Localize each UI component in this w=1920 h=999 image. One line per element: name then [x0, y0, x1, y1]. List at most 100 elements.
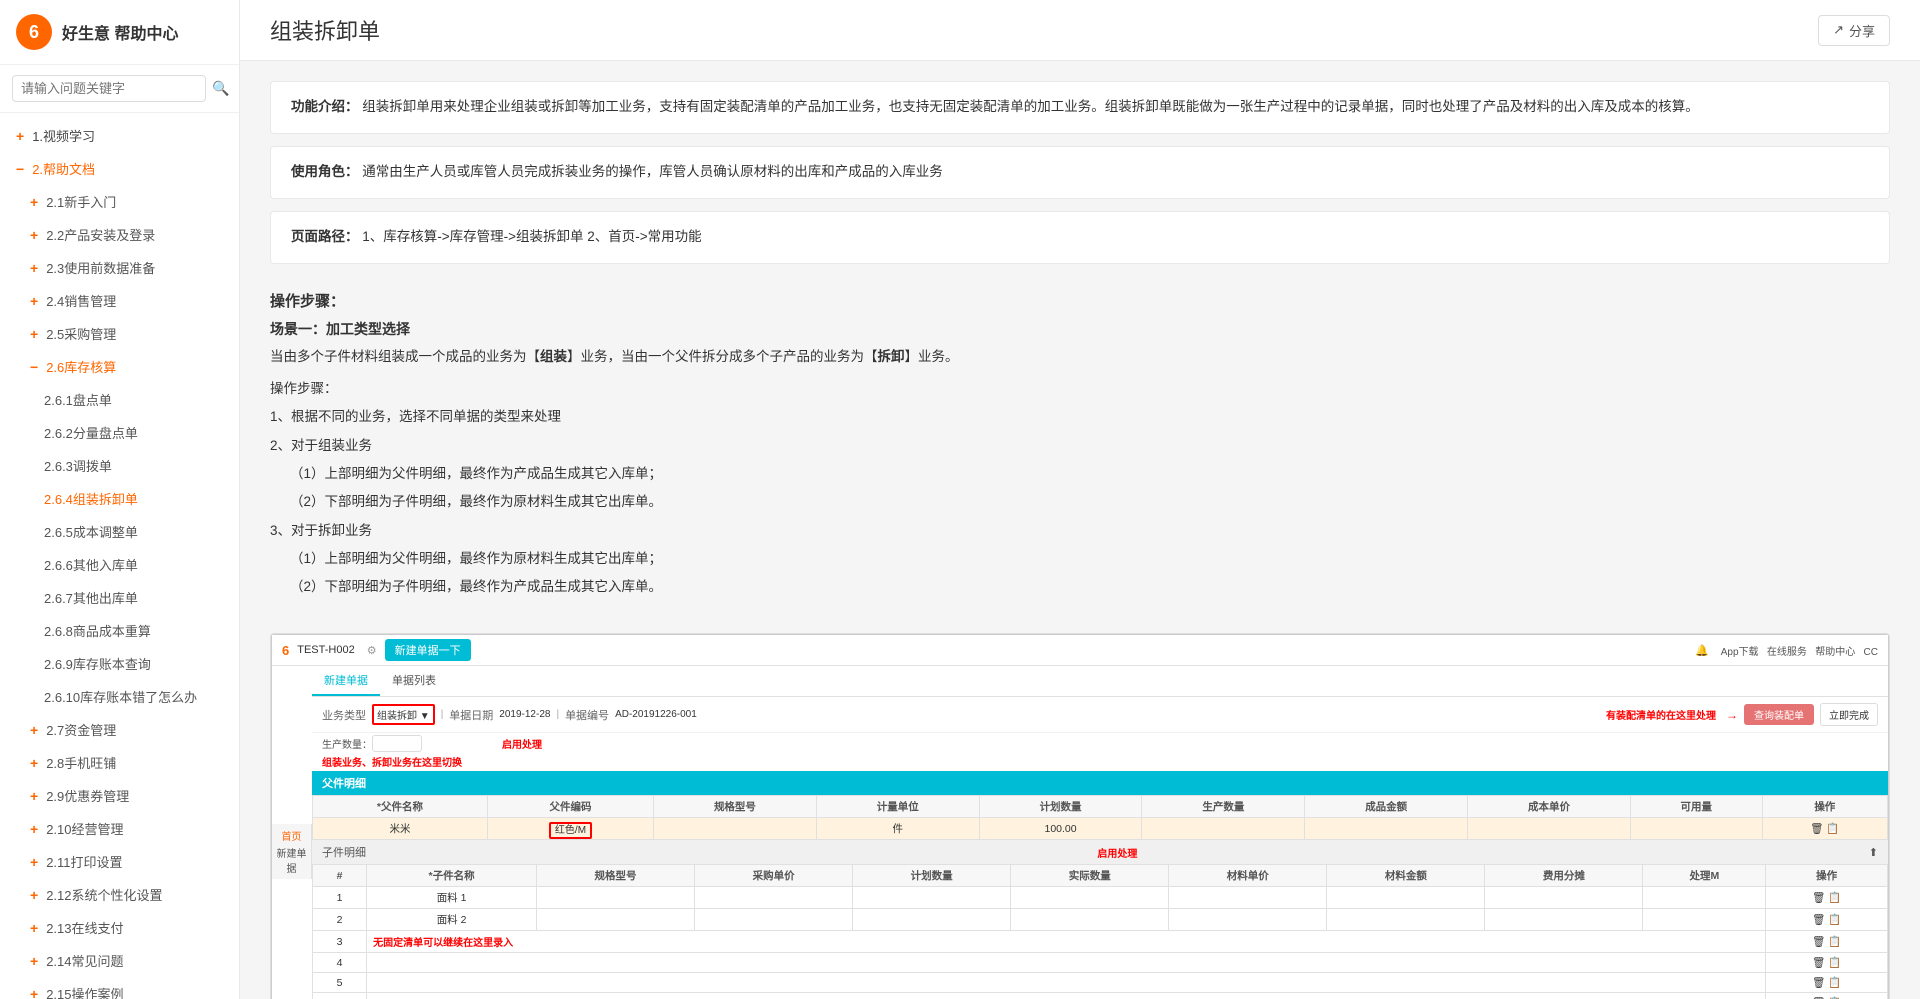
sim-lower-table: # *子件名称 规格型号 采购单价 计划数量 实际数量 材料单价 材料金额 费用… — [312, 864, 1888, 999]
sidebar-item-coupon[interactable]: + 2.9优惠券管理 — [0, 779, 239, 812]
plus-icon: + — [30, 887, 38, 903]
sidebar-item-label: 1.视频学习 — [32, 126, 95, 145]
sidebar-item-label: 2.12系统个性化设置 — [46, 885, 162, 904]
sim-cell: 3 — [313, 931, 367, 953]
sim-settings-icon: ⚙ — [367, 644, 377, 657]
sim-tab-new[interactable]: 新建单据 — [312, 666, 380, 696]
main-content: 组装拆卸单 ↗ 分享 功能介绍： 组装拆卸单用来处理企业组装或拆卸等加工业务，支… — [240, 0, 1920, 999]
sidebar-item-finance[interactable]: + 2.7资金管理 — [0, 713, 239, 746]
sim-cell — [853, 909, 1011, 931]
plus-icon: + — [16, 128, 24, 144]
sim-cell — [367, 953, 1766, 973]
search-button[interactable]: 🔍 — [212, 80, 229, 97]
sidebar-item-label: 2.6.1盘点单 — [44, 390, 112, 409]
sim-cell: 件 — [816, 818, 979, 840]
table-row: 1 面料 1 🗑 📋 — [313, 887, 1888, 909]
plus-icon: + — [30, 854, 38, 870]
sidebar-item-stock-query[interactable]: 2.6.9库存账本查询 — [0, 647, 239, 680]
logo-icon: 6 — [16, 14, 52, 50]
path-label: 页面路径： — [291, 229, 359, 244]
sidebar-item-purchase[interactable]: + 2.5采购管理 — [0, 317, 239, 350]
sidebar-item-install[interactable]: + 2.2产品安装及登录 — [0, 218, 239, 251]
sidebar-item-newbie[interactable]: + 2.1新手入门 — [0, 185, 239, 218]
sidebar-item-sales[interactable]: + 2.4销售管理 — [0, 284, 239, 317]
step3-2: （2）下部明细为子件明细，最终作为产成品生成其它入库单。 — [270, 575, 1890, 599]
sim-cell: 🗑 📋 — [1766, 909, 1888, 931]
sim-lcol-1: *子件名称 — [367, 865, 537, 887]
sidebar-item-label: 2.3使用前数据准备 — [46, 258, 155, 277]
sidebar-item-online-pay[interactable]: + 2.13在线支付 — [0, 911, 239, 944]
main-header: 组装拆卸单 ↗ 分享 — [240, 0, 1920, 61]
sidebar-item-partial[interactable]: 2.6.2分量盘点单 — [0, 416, 239, 449]
sim-new-btn[interactable]: 新建单据一下 — [385, 639, 471, 661]
sidebar-item-personalize[interactable]: + 2.12系统个性化设置 — [0, 878, 239, 911]
sim-topbar-menu: App下载 在线服务 帮助中心 CC — [1721, 643, 1878, 658]
table-row: 3 无固定清单可以继续在这里录入 🗑 📋 — [313, 931, 1888, 953]
plus-icon: + — [30, 755, 38, 771]
step3-1: （1）上部明细为父件明细，最终作为原材料生成其它出库单； — [270, 547, 1890, 571]
sidebar-item-mobile[interactable]: + 2.8手机旺铺 — [0, 746, 239, 779]
sidebar-item-assembly[interactable]: 2.6.4组装拆卸单 — [0, 482, 239, 515]
sidebar-item-data-prep[interactable]: + 2.3使用前数据准备 — [0, 251, 239, 284]
sim-col-6: 生产数量 — [1142, 796, 1305, 818]
sidebar-item-label: 2.1新手入门 — [46, 192, 116, 211]
sidebar-item-video[interactable]: + 1.视频学习 — [0, 119, 239, 152]
sim-col-9: 可用量 — [1630, 796, 1762, 818]
sim-expand-icon: ⬆ — [1869, 846, 1878, 859]
sidebar-item-adjust[interactable]: 2.6.3调拨单 — [0, 449, 239, 482]
sidebar-item-label: 2.6.2分量盘点单 — [44, 423, 138, 442]
sim-arrow1: → — [1726, 708, 1738, 722]
sim-order-value: AD-20191226-001 — [615, 709, 697, 720]
sidebar-item-cost-calc[interactable]: 2.6.8商品成本重算 — [0, 614, 239, 647]
sidebar-item-print[interactable]: + 2.11打印设置 — [0, 845, 239, 878]
sim-annotation2: 启用处理 — [502, 736, 542, 751]
share-label: 分享 — [1849, 21, 1875, 40]
sim-quantity-input[interactable] — [372, 735, 422, 752]
sidebar-item-ops[interactable]: + 2.10经营管理 — [0, 812, 239, 845]
sim-annotation2-row: 生产数量： 启用处理 — [312, 733, 1888, 754]
sidebar-item-cost-adjust[interactable]: 2.6.5成本调整单 — [0, 515, 239, 548]
sim-lcol-10: 操作 — [1766, 865, 1888, 887]
brand-name: 好生意 帮助中心 — [62, 20, 178, 44]
sim-cell — [1643, 887, 1766, 909]
sim-logo: 6 — [282, 643, 289, 658]
steps-block: 操作步骤： 场景一：加工类型选择 当由多个子件材料组装成一个成品的业务为【组装】… — [270, 276, 1890, 618]
sim-screenshot: 6 TEST-H002 ⚙ 新建单据一下 🔔 App下载 在线服务 帮助中心 C… — [271, 634, 1889, 999]
sidebar-item-stock-error[interactable]: 2.6.10库存账本错了怎么办 — [0, 680, 239, 713]
sim-date-label: 单据日期 — [449, 707, 493, 723]
sidebar-item-stocktake[interactable]: 2.6.1盘点单 — [0, 383, 239, 416]
role-label: 使用角色： — [291, 164, 359, 179]
sim-lcol-6: 材料单价 — [1169, 865, 1327, 887]
sidebar-item-faq[interactable]: + 2.14常见问题 — [0, 944, 239, 977]
sim-search-btn[interactable]: 查询装配单 — [1744, 704, 1814, 725]
sim-cell: 100.00 — [979, 818, 1142, 840]
sidebar-item-help[interactable]: − 2.帮助文档 — [0, 152, 239, 185]
sim-lcol-3: 采购单价 — [695, 865, 853, 887]
sim-order-label: 单据编号 — [565, 707, 609, 723]
sim-tab-list[interactable]: 单据列表 — [380, 666, 448, 696]
search-input[interactable] — [12, 75, 206, 102]
sim-quantity-label: 生产数量： — [322, 736, 372, 751]
intro-label: 功能介绍： — [291, 99, 359, 114]
plus-icon: + — [30, 227, 38, 243]
sim-cell — [1011, 909, 1169, 931]
plus-icon: + — [30, 194, 38, 210]
sidebar-item-other-out[interactable]: 2.6.7其他出库单 — [0, 581, 239, 614]
sidebar-item-inventory[interactable]: − 2.6库存核算 — [0, 350, 239, 383]
sim-cell — [695, 887, 853, 909]
intro-text: 组装拆卸单用来处理企业组装或拆卸等加工业务，支持有固定装配清单的产品加工业务，也… — [362, 99, 1699, 114]
share-button[interactable]: ↗ 分享 — [1818, 15, 1890, 46]
sidebar-item-other-in[interactable]: 2.6.6其他入库单 — [0, 548, 239, 581]
sim-col-2: 父件编码 — [487, 796, 653, 818]
sim-ok-btn[interactable]: 立即完成 — [1820, 703, 1878, 726]
sim-type-select[interactable]: 组装拆卸 ▼ — [372, 704, 435, 725]
table-row: 2 面料 2 🗑 📋 — [313, 909, 1888, 931]
step2: 2、对于组装业务 — [270, 434, 1890, 458]
sim-form-header: 业务类型 组装拆卸 ▼ | 单据日期 2019-12-28 | 单据编号 AD-… — [312, 697, 1888, 733]
sidebar-item-label: 2.6.3调拨单 — [44, 456, 112, 475]
sim-cell — [1327, 909, 1485, 931]
plus-icon: + — [30, 788, 38, 804]
sim-annotation5: 无固定清单可以继续在这里录入 — [373, 938, 513, 949]
sim-cell — [1142, 818, 1305, 840]
sidebar-item-cases[interactable]: + 2.15操作案例 — [0, 977, 239, 999]
